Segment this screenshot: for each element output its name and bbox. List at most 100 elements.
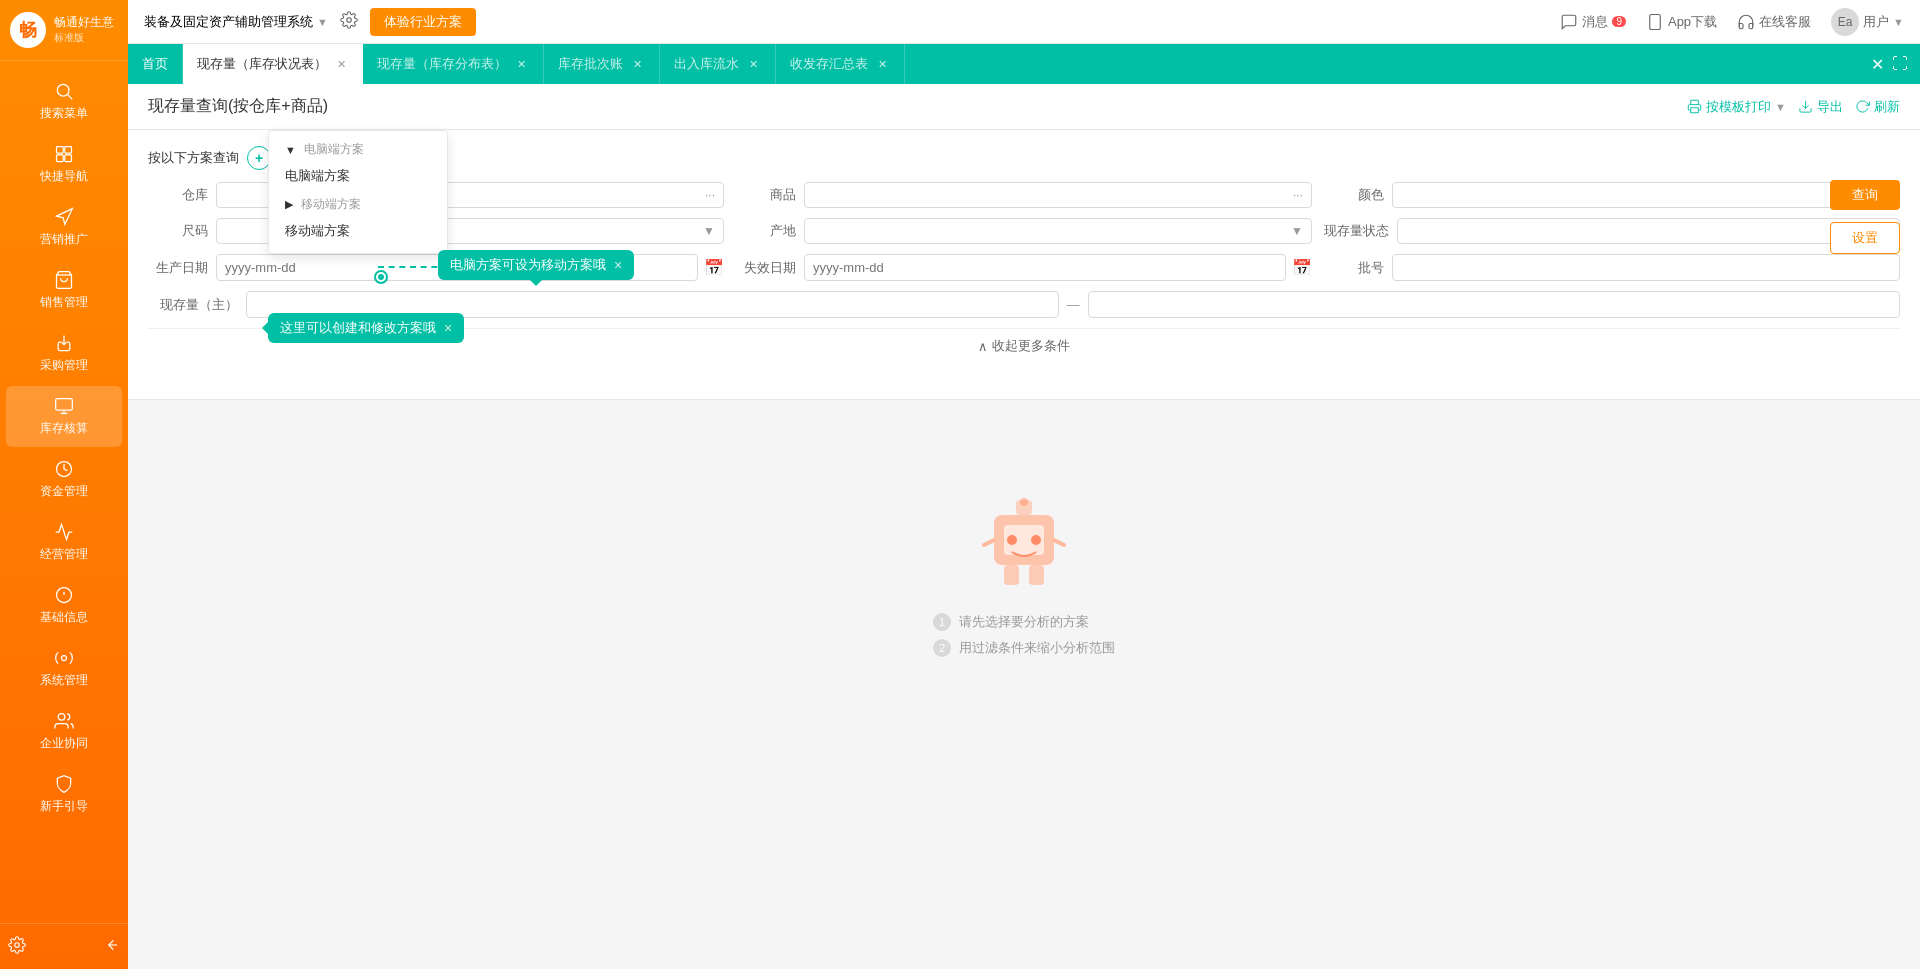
sidebar-item-search[interactable]: 搜索菜单 [6,71,122,132]
goods-more-icon: ··· [1293,188,1303,202]
tab-summary[interactable]: 收发存汇总表 ✕ [776,44,905,84]
svg-rect-2 [57,147,64,154]
sidebar-item-finance[interactable]: 资金管理 [6,449,122,510]
filter-field-origin: 产地 ▼ [736,218,1312,244]
tab-close-inventory-dist[interactable]: ✕ [513,56,529,72]
tab-close-inventory-status[interactable]: ✕ [333,56,349,72]
collapse-sidebar-icon[interactable] [102,936,120,957]
batch-input[interactable] [1392,254,1900,281]
svg-rect-3 [65,147,72,154]
scheme-item-pc[interactable]: 电脑端方案 [277,162,439,190]
svg-rect-33 [1029,565,1044,585]
filter-field-batch: 批号 [1324,254,1900,281]
print-chevron-icon: ▼ [1775,101,1786,113]
tab-close-all-icon[interactable]: ✕ [1867,51,1888,78]
sidebar-item-marketing[interactable]: 营销推广 [6,197,122,258]
app-download-btn[interactable]: App下载 [1646,13,1717,31]
tooltip-create-scheme: 这里可以创建和修改方案哦 × [268,313,464,343]
export-icon [1798,99,1813,114]
tab-inventory-status[interactable]: 现存量（库存状况表） ✕ [183,44,363,84]
tab-flow[interactable]: 出入库流水 ✕ [660,44,776,84]
page-actions: 按模板打印 ▼ 导出 刷新 [1687,98,1900,116]
goods-select[interactable]: ··· [804,182,1312,208]
tab-close-summary[interactable]: ✕ [874,56,890,72]
export-btn[interactable]: 导出 [1798,98,1843,116]
template-print-btn[interactable]: 按模板打印 ▼ [1687,98,1786,116]
empty-steps-list: 1 请先选择要分析的方案 2 用过滤条件来缩小分析范围 [933,613,1115,665]
svg-point-27 [1031,535,1041,545]
phone-icon [1646,13,1664,31]
system-selector[interactable]: 装备及固定资产辅助管理系统 ▼ [144,13,328,31]
stock-main-input-end[interactable] [1088,291,1901,318]
svg-point-19 [347,18,352,23]
sidebar-item-collab[interactable]: 企业协同 [6,701,122,762]
logo-area: 畅 畅通好生意 标准版 [0,0,128,61]
color-select[interactable]: ▼ [1392,182,1900,208]
print-icon [1687,99,1702,114]
search-btn[interactable]: 查询 [1830,180,1900,210]
headphone-icon [1737,13,1755,31]
svg-line-31 [1054,540,1064,545]
svg-point-29 [1020,498,1028,506]
prod-date-calendar-icon[interactable]: 📅 [704,258,724,277]
sidebar-item-guide[interactable]: 新手引导 [6,764,122,825]
svg-rect-22 [1691,108,1699,113]
scheme-section-header: ▼ 电脑端方案 [277,139,439,162]
empty-step-1: 1 请先选择要分析的方案 [933,613,1115,631]
expand-arrow-icon[interactable]: ▼ [285,144,296,156]
page-title: 现存量查询(按仓库+商品) [148,96,328,117]
svg-rect-5 [65,155,72,162]
stock-status-select[interactable]: ▼ [1397,218,1900,244]
user-chevron-icon: ▼ [1893,16,1904,28]
step-num-1: 1 [933,613,951,631]
scheme-item-mobile[interactable]: 移动端方案 [277,217,439,245]
sidebar-menu: 搜索菜单 快捷导航 营销推广 销售管理 采购管理 库存核算 资金 [0,61,128,923]
sidebar-item-inventory[interactable]: 库存核算 [6,386,122,447]
tab-close-batch[interactable]: ✕ [629,56,645,72]
sidebar: 畅 畅通好生意 标准版 搜索菜单 快捷导航 营销推广 销售管理 采购管理 [0,0,128,969]
marketing-icon [54,207,74,227]
logo-text: 畅通好生意 标准版 [54,15,114,45]
warehouse-more-icon: ··· [705,188,715,202]
tab-home[interactable]: 首页 [128,44,183,84]
expiry-date-range: 📅 [804,254,1312,281]
svg-line-30 [984,540,994,545]
filter-panel: 按以下方案查询 + ✎ ← ▼ 电脑端方案 电脑端方案 ▶ 移动端方案 移动端方… [128,130,1920,400]
origin-select[interactable]: ▼ [804,218,1312,244]
tabbar: 首页 现存量（库存状况表） ✕ 现存量（库存分布表） ✕ 库存批次账 ✕ 出入库… [128,44,1920,84]
expand-arrow-mobile-icon[interactable]: ▶ [285,198,293,211]
header-settings-btn[interactable] [340,11,358,32]
sidebar-item-nav[interactable]: 快捷导航 [6,134,122,195]
svg-rect-20 [1650,14,1661,29]
user-area[interactable]: Ea 用户 ▼ [1831,8,1904,36]
basic-icon [54,585,74,605]
tab-batch[interactable]: 库存批次账 ✕ [544,44,660,84]
refresh-icon [1855,99,1870,114]
guide-icon [54,774,74,794]
svg-line-1 [68,95,73,100]
filter-field-stock-status: 现存量状态 ▼ [1324,218,1900,244]
tab-fullscreen-icon[interactable]: ⛶ [1888,51,1912,77]
reset-btn[interactable]: 设置 [1830,222,1900,254]
sidebar-item-sales[interactable]: 销售管理 [6,260,122,321]
sidebar-item-management[interactable]: 经营管理 [6,512,122,573]
settings-icon[interactable] [8,936,26,957]
expiry-date-calendar-icon[interactable]: 📅 [1292,258,1312,277]
step-num-2: 2 [933,639,951,657]
tab-inventory-dist[interactable]: 现存量（库存分布表） ✕ [363,44,544,84]
tooltip-close-2[interactable]: × [444,320,452,336]
refresh-btn[interactable]: 刷新 [1855,98,1900,116]
sidebar-item-basic[interactable]: 基础信息 [6,575,122,636]
expiry-date-start[interactable] [804,254,1286,281]
empty-icon-svg [974,480,1074,590]
sidebar-item-purchase[interactable]: 采购管理 [6,323,122,384]
tooltip-close-1[interactable]: × [614,257,622,273]
dot-indicator-1 [376,272,386,282]
svg-rect-32 [1004,565,1019,585]
online-service-btn[interactable]: 在线客服 [1737,13,1811,31]
tab-close-flow[interactable]: ✕ [745,56,761,72]
message-btn[interactable]: 消息 9 [1560,13,1626,31]
header-right: 消息 9 App下载 在线客服 Ea 用户 ▼ [1560,8,1904,36]
trial-btn[interactable]: 体验行业方案 [370,8,476,36]
sidebar-item-system[interactable]: 系统管理 [6,638,122,699]
